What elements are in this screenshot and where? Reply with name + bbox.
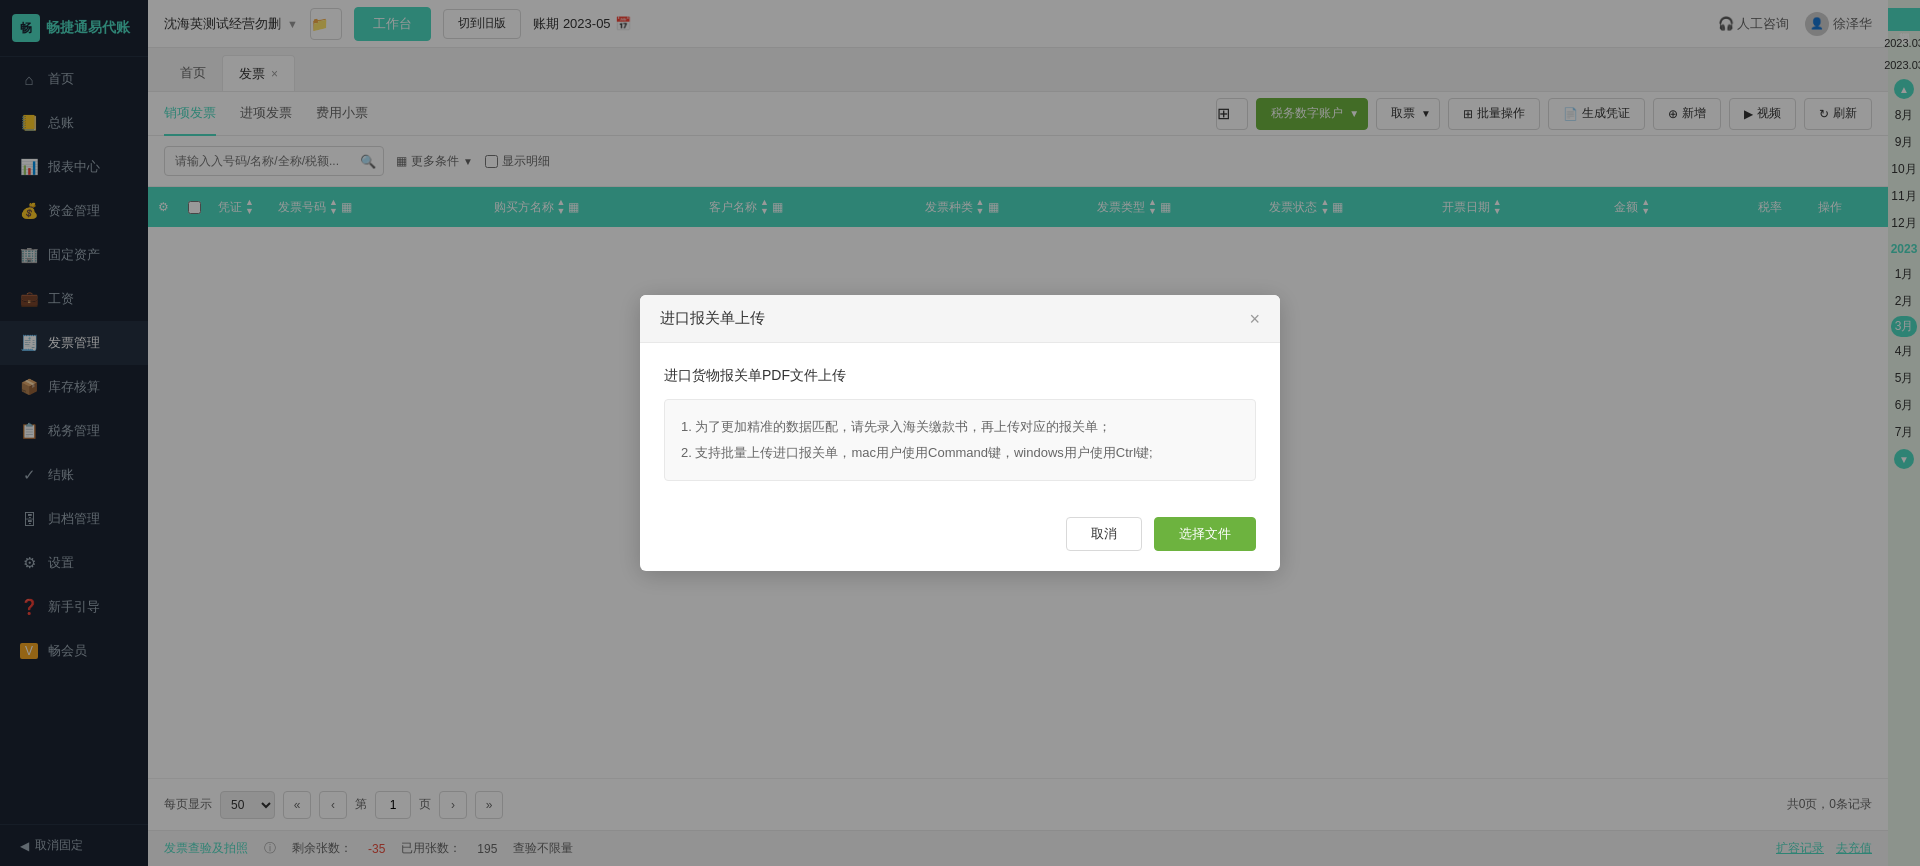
modal-select-file-btn[interactable]: 选择文件 [1154,517,1256,551]
modal-info-item-1: 1. 为了更加精准的数据匹配，请先录入海关缴款书，再上传对应的报关单； [681,414,1239,440]
modal-info-item-2: 2. 支持批量上传进口报关单，mac用户使用Command键，windows用户… [681,440,1239,466]
modal-import-customs: 进口报关单上传 × 进口货物报关单PDF文件上传 1. 为了更加精准的数据匹配，… [640,295,1280,571]
modal-cancel-btn[interactable]: 取消 [1066,517,1142,551]
modal-overlay: 进口报关单上传 × 进口货物报关单PDF文件上传 1. 为了更加精准的数据匹配，… [0,0,1920,866]
modal-title: 进口报关单上传 [660,309,765,328]
modal-body: 进口货物报关单PDF文件上传 1. 为了更加精准的数据匹配，请先录入海关缴款书，… [640,343,1280,501]
modal-header: 进口报关单上传 × [640,295,1280,343]
modal-footer: 取消 选择文件 [640,501,1280,571]
modal-section-title: 进口货物报关单PDF文件上传 [664,367,1256,385]
modal-info-box: 1. 为了更加精准的数据匹配，请先录入海关缴款书，再上传对应的报关单； 2. 支… [664,399,1256,481]
modal-close-btn[interactable]: × [1249,310,1260,328]
